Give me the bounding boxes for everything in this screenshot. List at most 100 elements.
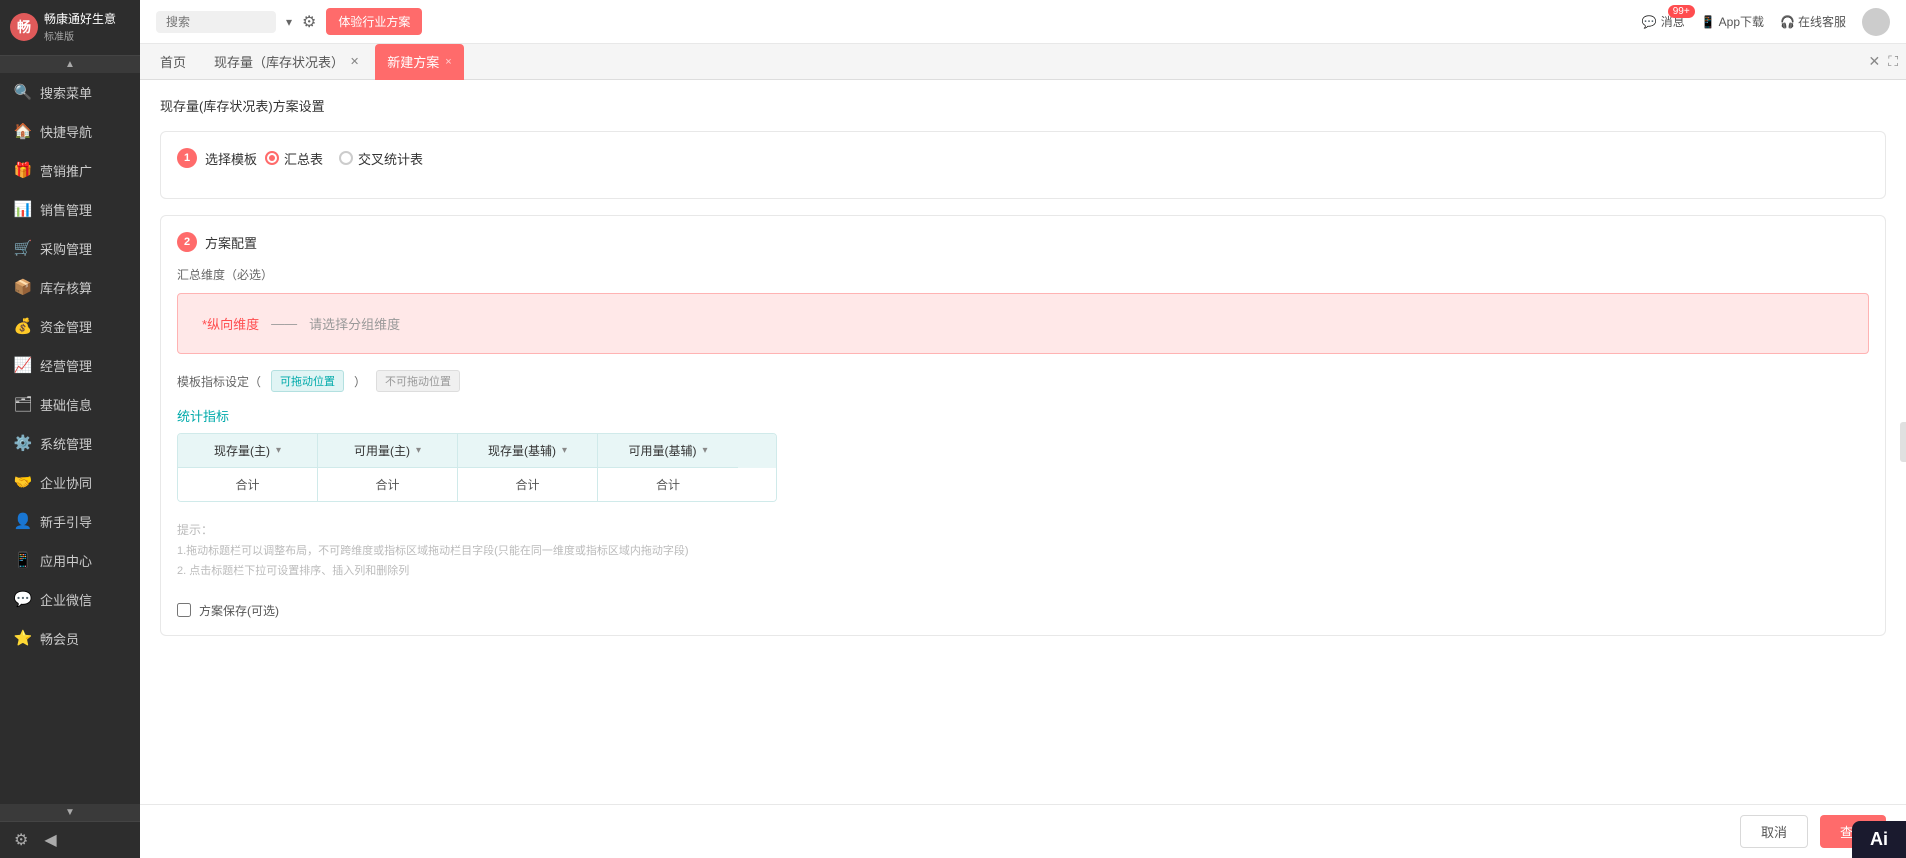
sidebar-item-label: 快捷导航 xyxy=(40,122,92,141)
section-2-card: 2 方案配置 汇总维度（必选） *纵向维度 —— 请选择分组维度 模板指标设定（… xyxy=(160,215,1886,636)
stats-col-label-3: 可用量(基辅) xyxy=(628,442,696,459)
sidebar-item-base-info[interactable]: 🗂 基础信息 xyxy=(0,385,140,424)
dimension-placeholder: 请选择分组维度 xyxy=(309,314,400,333)
sidebar-item-label: 应用中心 xyxy=(40,551,92,570)
sidebar-item-label: 搜索菜单 xyxy=(40,83,92,102)
sidebar-item-cooperation[interactable]: 🤝 企业协同 xyxy=(0,463,140,502)
save-checkbox[interactable] xyxy=(177,603,191,617)
stats-body-col-2: 合计 xyxy=(458,468,598,501)
stats-table-body: 合计 合计 合计 合计 xyxy=(178,468,776,501)
sidebar-item-label: 资金管理 xyxy=(40,317,92,336)
sidebar-item-enterprise-wechat[interactable]: 💬 企业微信 xyxy=(0,580,140,619)
tab-new-plan-close-icon[interactable]: × xyxy=(445,56,451,68)
message-button[interactable]: 💬 消息 99+ xyxy=(1642,13,1685,30)
sidebar-item-finance[interactable]: 💰 资金管理 xyxy=(0,307,140,346)
section-1-header: 1 选择模板 汇总表 交叉统计表 xyxy=(177,148,1869,168)
tab-new-plan[interactable]: 新建方案 × xyxy=(375,44,463,80)
purchase-icon: 🛒 xyxy=(14,239,32,257)
indicators-label: 模板指标设定（ xyxy=(177,373,261,390)
message-icon: 💬 xyxy=(1642,15,1657,29)
user-avatar[interactable] xyxy=(1862,8,1890,36)
sidebar-item-system[interactable]: ⚙️ 系统管理 xyxy=(0,424,140,463)
stats-col-label-1: 可用量(主) xyxy=(354,442,410,459)
online-service-button[interactable]: 🎧 在线客服 xyxy=(1780,13,1846,30)
section-2-header: 2 方案配置 xyxy=(177,232,1869,252)
stats-col-label-0: 现存量(主) xyxy=(214,442,270,459)
sidebar-item-quick-nav[interactable]: 🏠 快捷导航 xyxy=(0,112,140,151)
sidebar-item-vip[interactable]: ⭐ 畅会员 xyxy=(0,619,140,658)
radio-cross[interactable]: 交叉统计表 xyxy=(339,149,423,168)
sidebar-item-label: 新手引导 xyxy=(40,512,92,531)
tab-inventory[interactable]: 现存量（库存状况表） ✕ xyxy=(202,44,371,80)
tab-inventory-close-icon[interactable]: ✕ xyxy=(350,55,359,68)
radio-summary[interactable]: 汇总表 xyxy=(265,149,323,168)
sidebar-item-inventory[interactable]: 📦 库存核算 xyxy=(0,268,140,307)
vertical-dimension-label: 纵向维度 xyxy=(207,317,259,332)
sidebar-item-label: 采购管理 xyxy=(40,239,92,258)
sidebar-item-marketing[interactable]: 🎁 营销推广 xyxy=(0,151,140,190)
stats-col-chevron-3: ▾ xyxy=(702,445,707,456)
sidebar-item-label: 基础信息 xyxy=(40,395,92,414)
stats-col-label-2: 现存量(基辅) xyxy=(488,442,556,459)
tab-expand-icon[interactable]: ⛶ xyxy=(1888,53,1898,70)
trial-industry-button[interactable]: 体验行业方案 xyxy=(326,8,422,35)
topbar-dropdown[interactable]: ▾ xyxy=(286,15,292,29)
sidebar-item-purchase[interactable]: 🛒 采购管理 xyxy=(0,229,140,268)
search-menu-icon: 🔍 xyxy=(14,83,32,101)
dimension-dash: —— xyxy=(271,316,297,331)
tab-close-icon[interactable]: ✕ xyxy=(1868,53,1880,70)
right-side-handle[interactable] xyxy=(1900,422,1906,462)
sidebar-item-search-menu[interactable]: 🔍 搜索菜单 xyxy=(0,73,140,112)
sidebar-bottom: ⚙ ◀ xyxy=(0,821,140,858)
quick-nav-icon: 🏠 xyxy=(14,122,32,140)
radio-summary-label: 汇总表 xyxy=(284,149,323,168)
stats-col-header-0[interactable]: 现存量(主) ▾ xyxy=(178,434,317,468)
stats-body-col-3: 合计 xyxy=(598,468,738,501)
tips-item-1-text: 2. 点击标题栏下拉可设置排序、插入列和删除列 xyxy=(177,565,409,577)
stats-col-0: 现存量(主) ▾ xyxy=(178,434,318,468)
stats-cell-2: 合计 xyxy=(458,468,597,501)
app-download-button[interactable]: 📱 App下载 xyxy=(1701,13,1764,30)
radio-cross-label: 交叉统计表 xyxy=(358,149,423,168)
section-1-title: 选择模板 xyxy=(205,149,257,168)
stats-col-header-3[interactable]: 可用量(基辅) ▾ xyxy=(598,434,738,468)
settings-icon[interactable]: ⚙ xyxy=(14,830,28,850)
stats-body-col-1: 合计 xyxy=(318,468,458,501)
page-title: 现存量(库存状况表)方案设置 xyxy=(160,96,1886,115)
topbar-gear-icon[interactable]: ⚙ xyxy=(302,12,316,32)
logo-subtitle: 标准版 xyxy=(44,28,116,43)
sidebar-item-app-center[interactable]: 📱 应用中心 xyxy=(0,541,140,580)
app-center-icon: 📱 xyxy=(14,551,32,569)
stats-col-header-2[interactable]: 现存量(基辅) ▾ xyxy=(458,434,597,468)
stats-table-header: 现存量(主) ▾ 可用量(主) ▾ 现存量(基辅) ▾ xyxy=(178,434,776,468)
save-row: 方案保存(可选) xyxy=(177,602,1869,619)
stats-col-chevron-2: ▾ xyxy=(562,445,567,456)
indicators-label-suffix: ） xyxy=(354,375,366,389)
system-icon: ⚙️ xyxy=(14,434,32,452)
stats-col-header-1[interactable]: 可用量(主) ▾ xyxy=(318,434,457,468)
dimension-box[interactable]: *纵向维度 —— 请选择分组维度 xyxy=(177,293,1869,354)
section-1-card: 1 选择模板 汇总表 交叉统计表 xyxy=(160,131,1886,199)
sidebar-scroll-down[interactable]: ▼ xyxy=(0,804,140,821)
cancel-button[interactable]: 取消 xyxy=(1740,815,1808,848)
sidebar-nav: 🔍 搜索菜单 🏠 快捷导航 🎁 营销推广 📊 销售管理 🛒 采购管理 📦 库存核… xyxy=(0,73,140,804)
tips-title: 提示： xyxy=(177,521,1869,538)
template-radio-group: 汇总表 交叉统计表 xyxy=(265,149,423,168)
content-area: 现存量(库存状况表)方案设置 1 选择模板 汇总表 交叉统计表 xyxy=(140,80,1906,804)
logo-name: 畅康通好生意 xyxy=(44,12,116,28)
section-2-num: 2 xyxy=(177,232,197,252)
volume-icon[interactable]: ◀ xyxy=(44,830,56,850)
online-service-label: 在线客服 xyxy=(1798,13,1846,30)
chevron-down-icon: ▾ xyxy=(286,15,292,29)
sidebar-item-sales[interactable]: 📊 销售管理 xyxy=(0,190,140,229)
topbar-right: 💬 消息 99+ 📱 App下载 🎧 在线客服 xyxy=(1642,8,1890,36)
section-1-num: 1 xyxy=(177,148,197,168)
stats-col-2: 现存量(基辅) ▾ xyxy=(458,434,598,468)
sidebar-item-newbie[interactable]: 👤 新手引导 xyxy=(0,502,140,541)
tab-home[interactable]: 首页 xyxy=(148,44,198,80)
sidebar-item-operations[interactable]: 📈 经营管理 xyxy=(0,346,140,385)
stats-cell-3: 合计 xyxy=(598,468,738,501)
sidebar-scroll-up[interactable]: ▲ xyxy=(0,56,140,73)
sidebar: 畅 畅康通好生意 标准版 ▲ 🔍 搜索菜单 🏠 快捷导航 🎁 营销推广 📊 销售… xyxy=(0,0,140,858)
search-input[interactable] xyxy=(156,11,276,33)
